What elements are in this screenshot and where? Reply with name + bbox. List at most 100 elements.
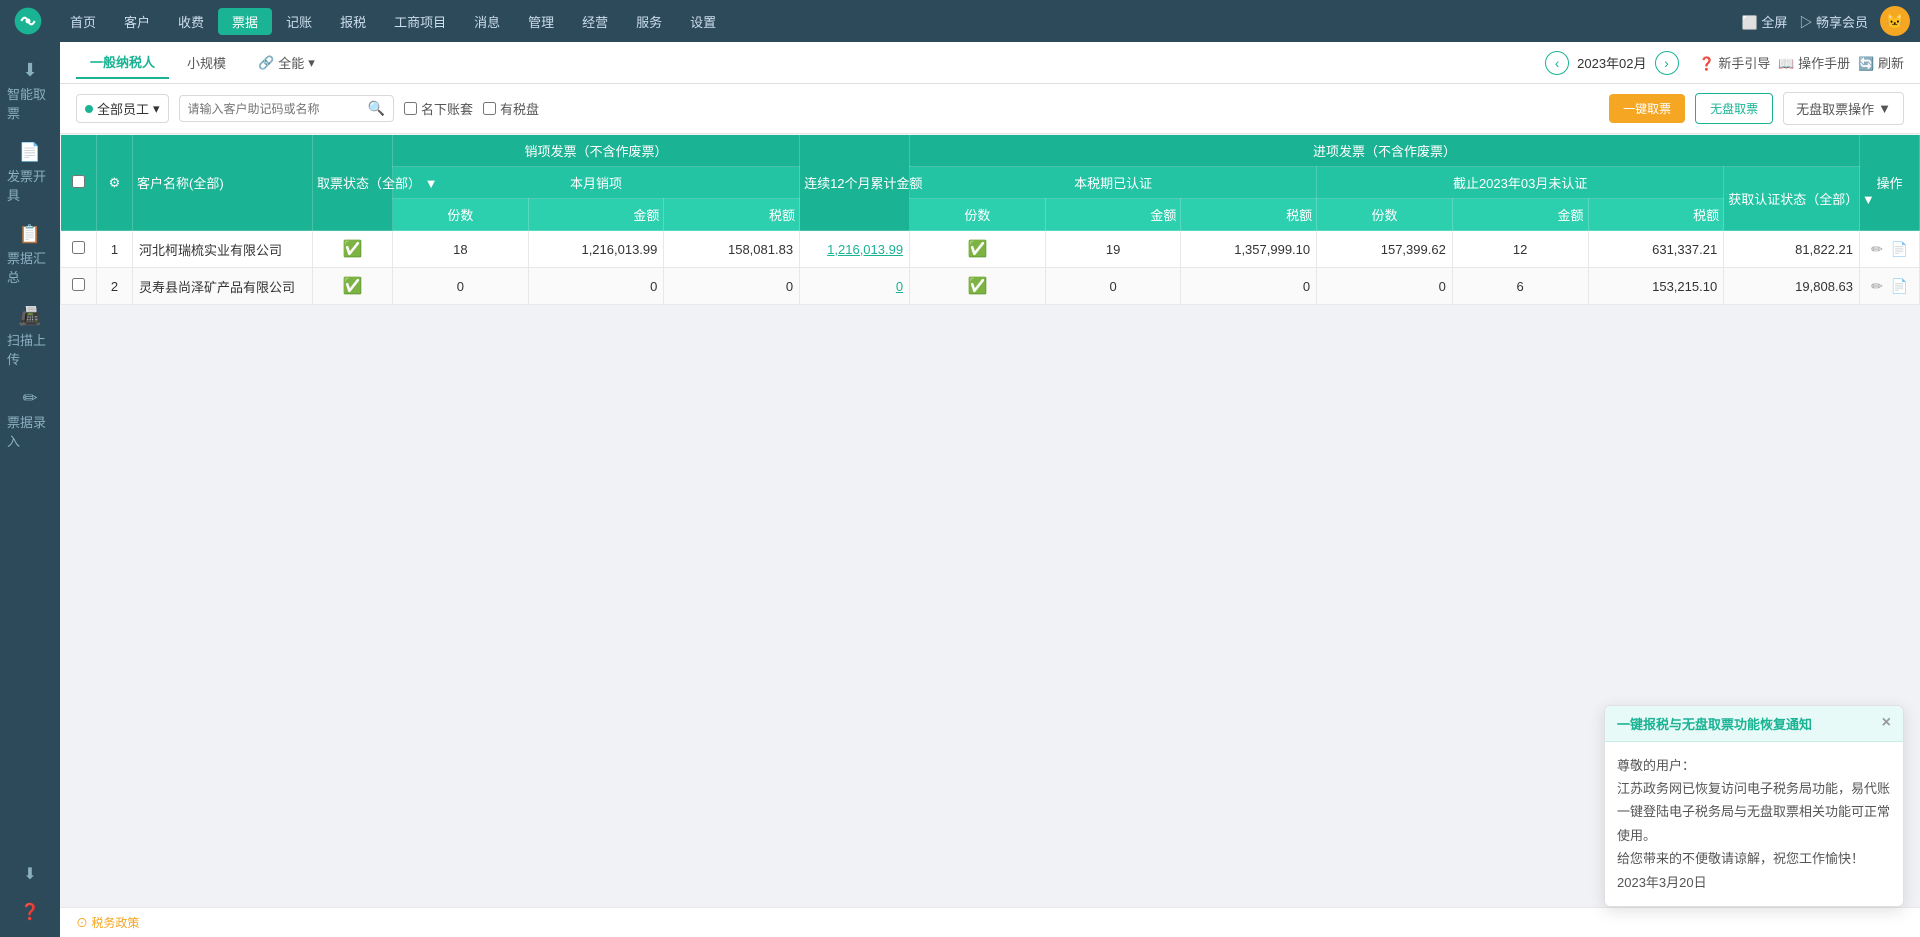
row1-name: 河北柯瑞梳实业有限公司 [133, 231, 313, 268]
sidebar-item-label-summary: 票据汇总 [7, 248, 53, 286]
row2-take-status: ✅ [313, 268, 393, 305]
row2-rec-qty: 0 [1045, 268, 1181, 305]
quick-ticket-btn[interactable]: 一键取票 [1609, 94, 1685, 123]
th-r-amount: 金额 [1045, 199, 1181, 231]
next-month-btn[interactable]: › [1655, 51, 1679, 75]
prev-month-btn[interactable]: ‹ [1545, 51, 1569, 75]
fullscreen-btn[interactable]: ⬜ 全屏 [1742, 12, 1788, 31]
filter-chevron-icon: ▾ [153, 101, 160, 117]
row1-cumulative[interactable]: 1,216,013.99 [800, 231, 910, 268]
sidebar-help-icon[interactable]: ❓ [15, 897, 45, 927]
th-u-qty: 份数 [1317, 199, 1453, 231]
sidebar-item-summary[interactable]: 📋 票据汇总 [3, 216, 57, 294]
row2-rec-tax: 0 [1317, 268, 1453, 305]
th-sales-invoice: 销项发票（不含作废票） [393, 135, 800, 167]
th-gear: ⚙ [97, 135, 133, 231]
taxdisk-checkbox[interactable] [483, 102, 496, 115]
th-customer-name: 客户名称(全部) [133, 135, 313, 231]
row2-monthly-qty: 0 [393, 268, 529, 305]
filter-icon2: ▼ [1862, 192, 1875, 207]
row2-num: 2 [97, 268, 133, 305]
th-u-tax: 税额 [1588, 199, 1724, 231]
th-r-qty: 份数 [910, 199, 1046, 231]
nav-service[interactable]: 服务 [622, 8, 676, 35]
th-s-tax: 税额 [664, 199, 800, 231]
nav-tax[interactable]: 报税 [326, 8, 380, 35]
row1-unrec-tax: 81,822.21 [1724, 231, 1860, 268]
chevron-down-icon: ▾ [308, 55, 315, 71]
checkbox-account[interactable]: 名下账套 [404, 99, 473, 118]
search-icon[interactable]: 🔍 [368, 100, 385, 117]
tab-small[interactable]: 小规模 [173, 47, 240, 78]
sidebar-item-entry[interactable]: ✏ 票据录入 [3, 380, 57, 458]
row1-unrec-amount: 631,337.21 [1588, 231, 1724, 268]
detail-icon[interactable]: 📄 [1890, 241, 1907, 257]
row2-checkbox[interactable] [61, 268, 97, 305]
popup-body: 尊敬的用户： 江苏政务网已恢复访问电子税务局功能，易代账一键登陆电子税务局与无盘… [1605, 742, 1903, 906]
edit-icon[interactable]: ✏ [1871, 241, 1883, 257]
new-guide-btn[interactable]: ❓ 新手引导 [1699, 53, 1771, 72]
sidebar-item-label-scan: 扫描上传 [7, 330, 53, 368]
employee-filter[interactable]: 全部员工 ▾ [76, 94, 169, 123]
member-btn[interactable]: ▷ 畅享会员 [1799, 12, 1868, 31]
edit-icon2[interactable]: ✏ [1871, 278, 1883, 294]
sidebar-item-smart-ticket[interactable]: ⬇ 智能取票 [3, 52, 57, 130]
row2-rec-amount: 0 [1181, 268, 1317, 305]
th-checkbox [61, 135, 97, 231]
row1-checkbox[interactable] [61, 231, 97, 268]
filter-icon: ▼ [425, 176, 438, 191]
row2-cumulative[interactable]: 0 [800, 268, 910, 305]
check-icon2: ✅ [967, 241, 987, 258]
top-nav: 首页 客户 收费 票据 记账 报税 工商项目 消息 管理 经营 服务 设置 ⬜ … [0, 0, 1920, 42]
row2-rec-status: ✅ [910, 268, 1046, 305]
sidebar-item-label-smart: 智能取票 [7, 84, 53, 122]
nav-manage[interactable]: 管理 [514, 8, 568, 35]
refresh-btn[interactable]: 🔄 刷新 [1858, 53, 1904, 72]
th-cumulative: 连续12个月累计金额 [800, 135, 910, 231]
th-r-tax: 税额 [1181, 199, 1317, 231]
nav-ticket[interactable]: 票据 [218, 8, 272, 35]
sidebar-download-icon[interactable]: ⬇ [15, 859, 45, 889]
th-monthly-sales: 本月销项 [393, 167, 800, 199]
th-unrecognized: 截止2023年03月未认证 [1317, 167, 1724, 199]
no-disk-btn[interactable]: 无盘取票 [1695, 93, 1773, 124]
notification-popup: 一键报税与无盘取票功能恢复通知 × 尊敬的用户： 江苏政务网已恢复访问电子税务局… [1604, 705, 1904, 907]
filter-dot [85, 105, 93, 113]
detail-icon2[interactable]: 📄 [1890, 278, 1907, 294]
popup-header: 一键报税与无盘取票功能恢复通知 × [1605, 706, 1903, 742]
nav-customer[interactable]: 客户 [110, 8, 164, 35]
account-checkbox[interactable] [404, 102, 417, 115]
checkbox-tax-disk[interactable]: 有税盘 [483, 99, 539, 118]
main-table: ⚙ 客户名称(全部) 取票状态（全部） ▼ 销项发票（不含作废票） 连续12个月… [60, 134, 1920, 305]
month-nav: ‹ 2023年02月 › [1545, 51, 1678, 75]
row1-monthly-qty: 18 [393, 231, 529, 268]
manual-btn[interactable]: 📖 操作手册 [1778, 53, 1850, 72]
sidebar-item-invoice[interactable]: 📄 发票开具 [3, 134, 57, 212]
popup-close-btn[interactable]: × [1882, 715, 1891, 731]
search-input[interactable] [188, 102, 368, 116]
avatar[interactable]: 🐱 [1880, 6, 1910, 36]
bottom-bar[interactable]: ⊙ 税务政策 [60, 907, 1920, 937]
tab-all[interactable]: 🔗 全能 ▾ [244, 47, 329, 78]
nav-right: ⬜ 全屏 ▷ 畅享会员 🐱 [1742, 6, 1910, 36]
sidebar-item-scan[interactable]: 📠 扫描上传 [3, 298, 57, 376]
select-all-checkbox[interactable] [72, 175, 85, 188]
nav-operation[interactable]: 经营 [568, 8, 622, 35]
row1-rec-qty: 19 [1045, 231, 1181, 268]
nav-business[interactable]: 工商项目 [380, 8, 460, 35]
entry-icon: ✏ [22, 388, 37, 409]
row1-rec-tax: 157,399.62 [1317, 231, 1453, 268]
nav-home[interactable]: 首页 [56, 8, 110, 35]
row1-monthly-tax: 158,081.83 [664, 231, 800, 268]
nav-accounting[interactable]: 记账 [272, 8, 326, 35]
popup-title: 一键报税与无盘取票功能恢复通知 [1617, 714, 1812, 733]
tab-general[interactable]: 一般纳税人 [76, 46, 169, 79]
nav-fee[interactable]: 收费 [164, 8, 218, 35]
logo [10, 3, 46, 39]
nav-settings[interactable]: 设置 [676, 8, 730, 35]
nav-message[interactable]: 消息 [460, 8, 514, 35]
row2-unrec-tax: 19,808.63 [1724, 268, 1860, 305]
current-month: 2023年02月 [1577, 53, 1646, 72]
th-s-amount: 金额 [528, 199, 664, 231]
no-disk-ops-btn[interactable]: 无盘取票操作 ▼ [1783, 92, 1904, 125]
